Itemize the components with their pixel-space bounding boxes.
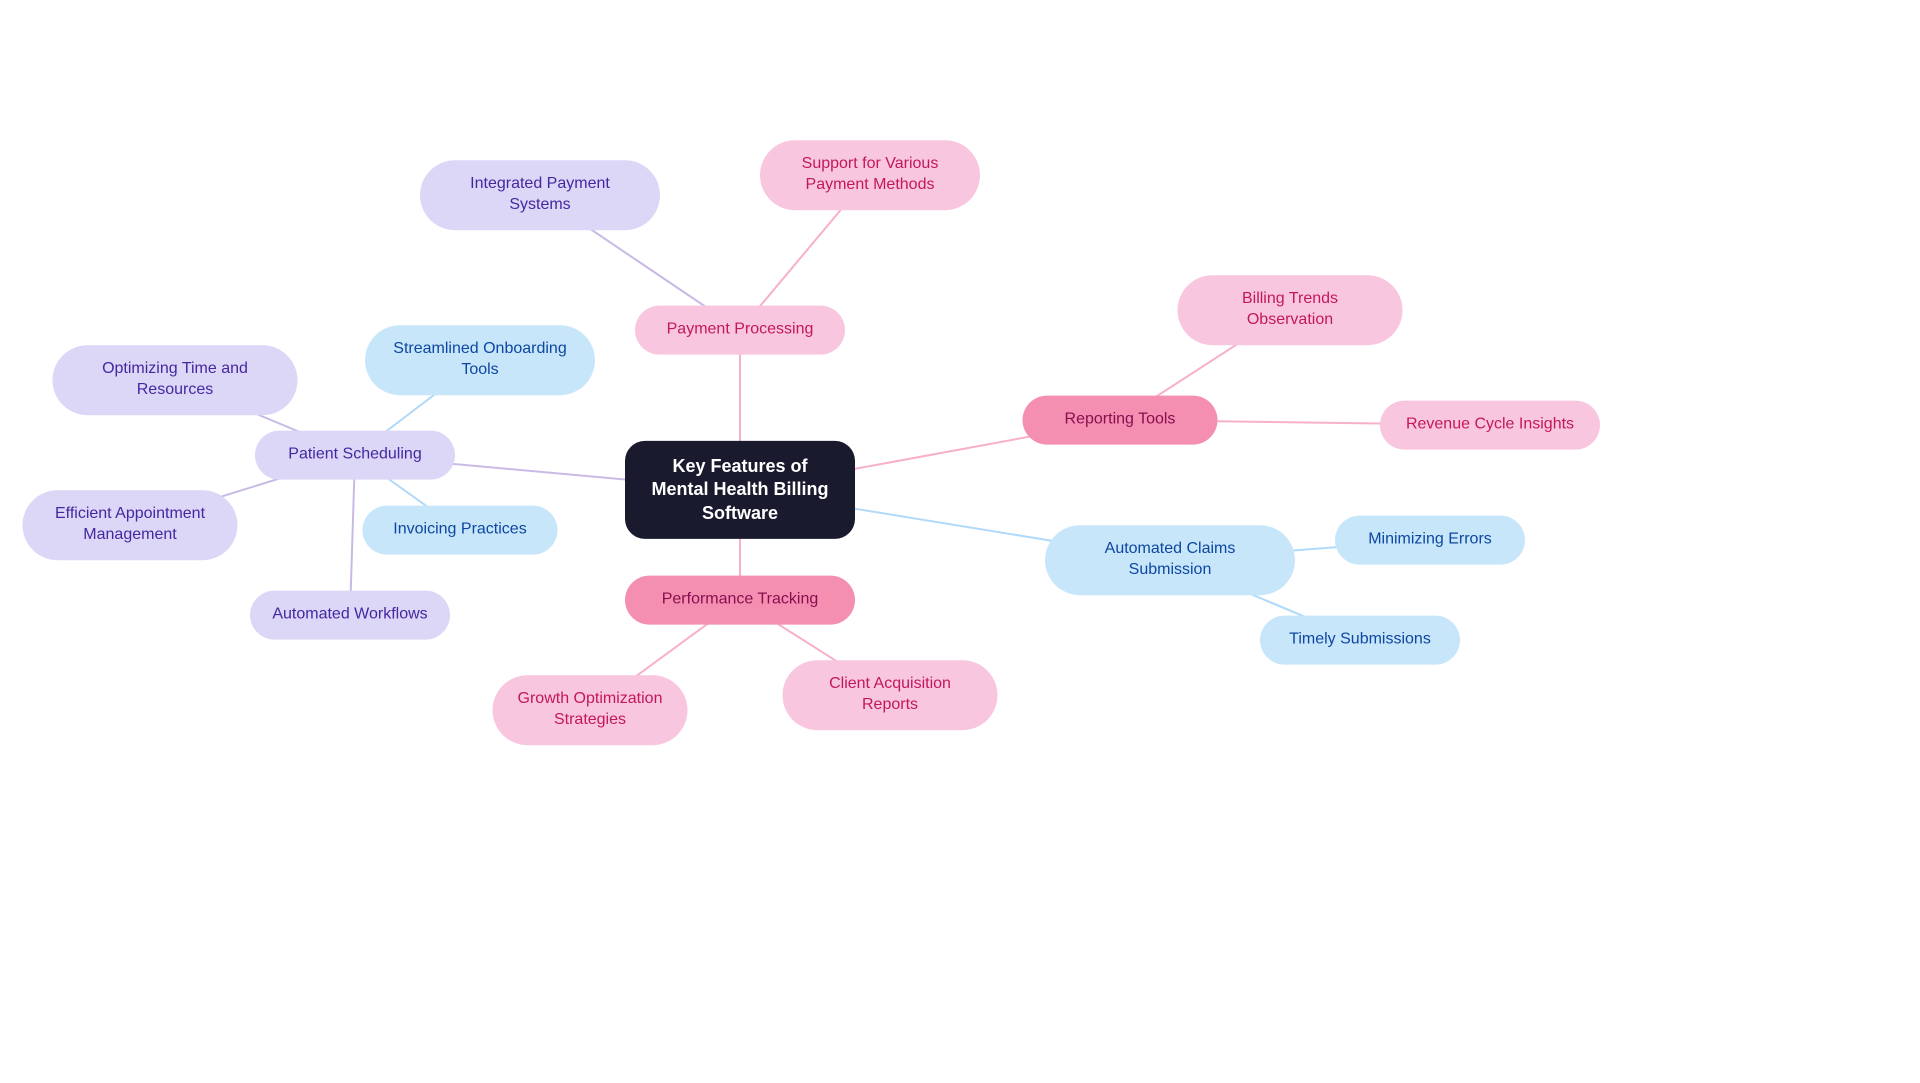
reporting-tools-node: Reporting Tools	[1023, 396, 1218, 445]
invoicing-practices-node: Invoicing Practices	[363, 506, 558, 555]
minimizing-errors-node: Minimizing Errors	[1335, 516, 1525, 565]
client-acquisition-node: Client Acquisition Reports	[783, 660, 998, 730]
billing-trends-node: Billing Trends Observation	[1178, 275, 1403, 345]
growth-optimization-node: Growth Optimization Strategies	[493, 675, 688, 745]
automated-claims-node: Automated Claims Submission	[1045, 525, 1295, 595]
performance-tracking-node: Performance Tracking	[625, 576, 855, 625]
mind-map: Key Features of Mental Health Billing So…	[0, 0, 1920, 1083]
patient-scheduling-node: Patient Scheduling	[255, 431, 455, 480]
revenue-cycle-node: Revenue Cycle Insights	[1380, 401, 1600, 450]
payment-processing-node: Payment Processing	[635, 306, 845, 355]
automated-workflows-node: Automated Workflows	[250, 591, 450, 640]
integrated-payment-node: Integrated Payment Systems	[420, 160, 660, 230]
timely-submissions-node: Timely Submissions	[1260, 616, 1460, 665]
efficient-appointment-node: Efficient Appointment Management	[23, 490, 238, 560]
center-node: Key Features of Mental Health Billing So…	[625, 441, 855, 539]
optimizing-time-node: Optimizing Time and Resources	[53, 345, 298, 415]
support-payment-node: Support for Various Payment Methods	[760, 140, 980, 210]
streamlined-onboarding-node: Streamlined Onboarding Tools	[365, 325, 595, 395]
